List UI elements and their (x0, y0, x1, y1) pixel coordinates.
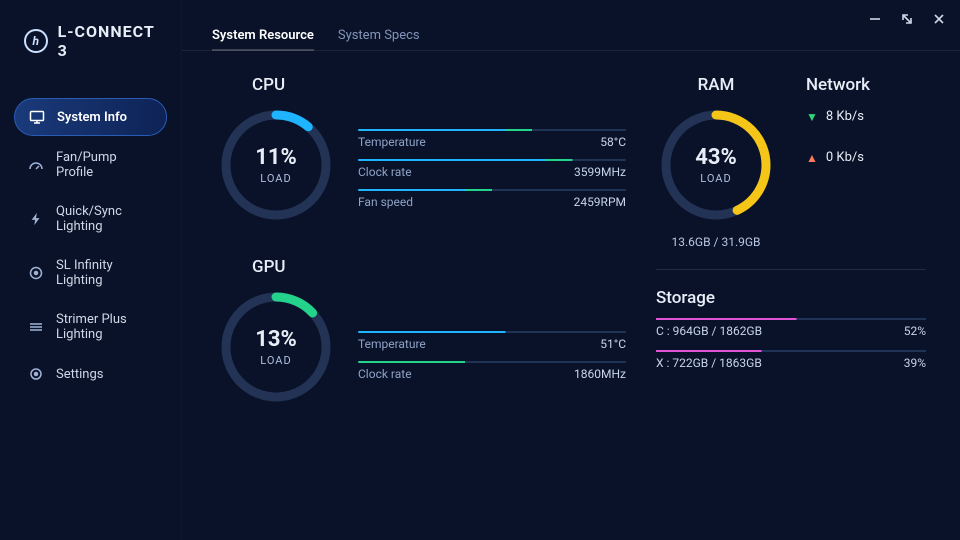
cpu-load-label: LOAD (260, 172, 291, 185)
lines-icon (28, 319, 44, 335)
brand-name: L-CONNECT 3 (58, 22, 167, 60)
storage-x-label: X : 722GB / 1863GB (656, 356, 762, 370)
sidebar-item-sl-infinity[interactable]: SL Infinity Lighting (14, 248, 167, 298)
divider (656, 269, 926, 270)
sidebar-item-strimer[interactable]: Strimer Plus Lighting (14, 302, 167, 352)
network-down-value: 8 Kb/s (826, 109, 864, 124)
minimize-button[interactable] (868, 12, 882, 30)
brand-logo-icon: h (24, 29, 48, 53)
storage-c-pct: 52% (904, 324, 926, 338)
network-up-value: 0 Kb/s (826, 150, 864, 165)
col-left: CPU 11% LOAD (216, 75, 626, 530)
sidebar-item-label: SL Infinity Lighting (56, 258, 153, 288)
maximize-button[interactable] (900, 12, 914, 30)
ring-icon (28, 265, 44, 281)
storage-x-pct: 39% (904, 356, 926, 370)
gpu-gauge: 13% LOAD (216, 287, 336, 407)
brand: h L-CONNECT 3 (14, 22, 167, 60)
gauge-icon (28, 157, 44, 173)
cpu-kv-temp: Temperature58°C (358, 129, 626, 149)
arrow-down-icon: ▼ (806, 110, 818, 124)
cpu-title: CPU (216, 75, 626, 95)
gpu-load-pct: 13% (255, 327, 297, 352)
sidebar-item-system-info[interactable]: System Info (14, 98, 167, 136)
storage-panel: Storage C : 964GB / 1862GB 52% X : 722GB… (656, 288, 926, 382)
ram-gauge: 43% LOAD (656, 105, 776, 225)
ram-load-label: LOAD (700, 172, 731, 185)
arrow-up-icon: ▲ (806, 151, 818, 165)
storage-row-c: C : 964GB / 1862GB 52% (656, 318, 926, 338)
sidebar-item-label: Fan/Pump Profile (56, 150, 153, 180)
tab-system-specs[interactable]: System Specs (338, 28, 420, 51)
storage-c-label: C : 964GB / 1862GB (656, 324, 762, 338)
cpu-kv-fan: Fan speed2459RPM (358, 189, 626, 209)
main: System Resource System Specs CPU 11% (182, 0, 960, 540)
sidebar-item-label: Strimer Plus Lighting (56, 312, 153, 342)
cpu-kv-list: Temperature58°C Clock rate3599MHz Fan sp… (358, 121, 626, 209)
ram-panel: RAM 43% LOAD 13.6GB / 31.9GB (656, 75, 776, 249)
gpu-load-label: LOAD (260, 354, 291, 367)
storage-title: Storage (656, 288, 926, 308)
ram-title: RAM (656, 75, 776, 95)
gpu-title: GPU (216, 257, 626, 277)
sidebar-nav: System Info Fan/Pump Profile Quick/Sync … (14, 98, 167, 392)
sidebar-item-settings[interactable]: Settings (14, 356, 167, 392)
gear-icon (28, 366, 44, 382)
tab-system-resource[interactable]: System Resource (212, 28, 314, 51)
cpu-panel: CPU 11% LOAD (216, 75, 626, 225)
gpu-panel: GPU 13% LOAD (216, 257, 626, 407)
gpu-kv-temp: Temperature51°C (358, 331, 626, 351)
monitor-icon (29, 109, 45, 125)
gpu-kv-clock: Clock rate1860MHz (358, 361, 626, 381)
cpu-load-pct: 11% (255, 145, 297, 170)
sidebar-item-quick-sync[interactable]: Quick/Sync Lighting (14, 194, 167, 244)
sidebar: h L-CONNECT 3 System Info Fan/Pump Profi… (0, 0, 182, 540)
close-button[interactable] (932, 12, 946, 30)
network-down: ▼ 8 Kb/s (806, 109, 926, 124)
network-panel: Network ▼ 8 Kb/s ▲ 0 Kb/s (806, 75, 926, 249)
ram-load-pct: 43% (695, 145, 737, 170)
col-right: RAM 43% LOAD 13.6GB / 31.9GB (656, 75, 926, 530)
network-up: ▲ 0 Kb/s (806, 150, 926, 165)
cpu-kv-clock: Clock rate3599MHz (358, 159, 626, 179)
network-title: Network (806, 75, 926, 95)
storage-row-x: X : 722GB / 1863GB 39% (656, 350, 926, 370)
sidebar-item-label: System Info (57, 110, 127, 125)
gpu-kv-list: Temperature51°C Clock rate1860MHz (358, 313, 626, 381)
sidebar-item-fan-pump[interactable]: Fan/Pump Profile (14, 140, 167, 190)
ram-usage: 13.6GB / 31.9GB (656, 235, 776, 249)
window-controls (868, 12, 946, 30)
content: CPU 11% LOAD (182, 51, 960, 540)
sidebar-item-label: Quick/Sync Lighting (56, 204, 153, 234)
bolt-icon (28, 211, 44, 227)
sidebar-item-label: Settings (56, 367, 103, 382)
tabs: System Resource System Specs (182, 0, 960, 51)
cpu-gauge: 11% LOAD (216, 105, 336, 225)
